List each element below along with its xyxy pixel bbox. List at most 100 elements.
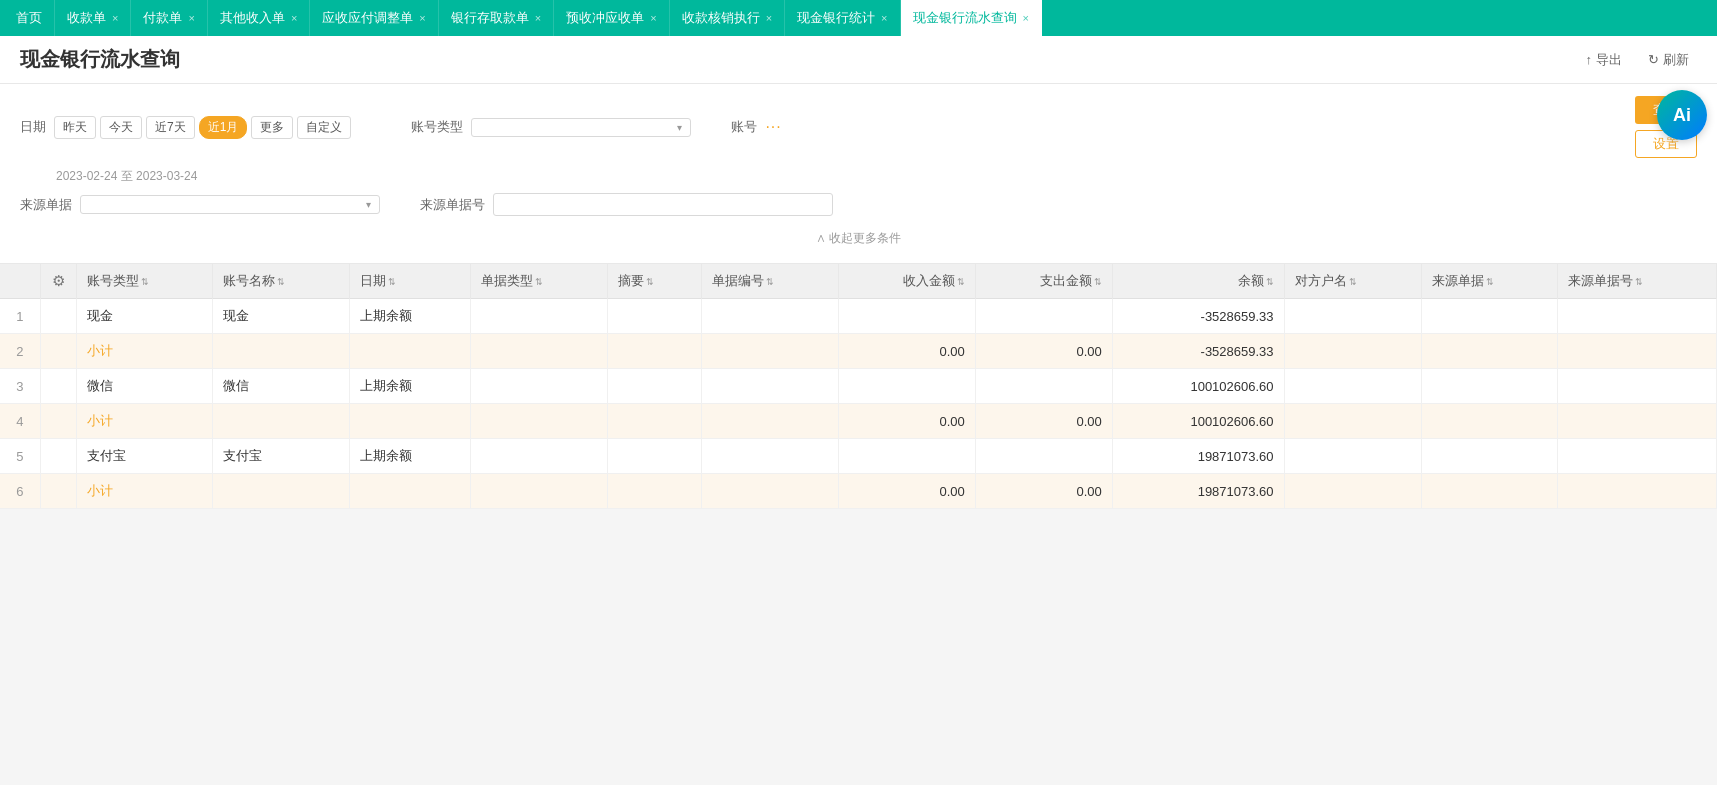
table-cell [1558, 369, 1717, 404]
col-expense[interactable]: 支出金额⇅ [975, 264, 1112, 299]
col-doc-num[interactable]: 单据编号⇅ [701, 264, 838, 299]
account-more-icon[interactable]: ··· [765, 118, 781, 136]
top-navigation: 首页 收款单 × 付款单 × 其他收入单 × 应收应付调整单 × 银行存取款单 … [0, 0, 1717, 36]
date-buttons: 昨天 今天 近7天 近1月 更多 自定义 [54, 116, 351, 139]
col-account-name[interactable]: 账号名称⇅ [213, 264, 350, 299]
table-cell: 微信 [76, 369, 213, 404]
sort-icon: ⇅ [535, 277, 543, 287]
table-cell [213, 334, 350, 369]
col-summary[interactable]: 摘要⇅ [607, 264, 701, 299]
refresh-button[interactable]: ↻ 刷新 [1640, 47, 1697, 73]
nav-collection[interactable]: 收款核销执行 × [670, 0, 785, 36]
table-cell: -3528659.33 [1112, 299, 1284, 334]
table-cell [838, 369, 975, 404]
table-row: 6小计0.000.0019871073.60 [0, 474, 1717, 509]
source-doc-num-input[interactable] [493, 193, 833, 216]
table-cell [40, 334, 76, 369]
table-cell: 19871073.60 [1112, 439, 1284, 474]
table-cell [838, 439, 975, 474]
account-type-select[interactable]: ▾ [471, 118, 691, 137]
table-cell [470, 299, 607, 334]
nav-payment[interactable]: 付款单 × [131, 0, 207, 36]
close-icon[interactable]: × [291, 12, 297, 24]
table-cell [1558, 474, 1717, 509]
table-header-row: ⚙ 账号类型⇅ 账号名称⇅ 日期⇅ 单据类型⇅ 摘要⇅ 单据编号 [0, 264, 1717, 299]
table-cell [350, 474, 470, 509]
col-source-doc-num[interactable]: 来源单据号⇅ [1558, 264, 1717, 299]
date-btn-more[interactable]: 更多 [251, 116, 293, 139]
export-button[interactable]: ↑ 导出 [1578, 47, 1631, 73]
export-icon: ↑ [1586, 52, 1593, 67]
close-icon[interactable]: × [535, 12, 541, 24]
table-cell: 0.00 [838, 474, 975, 509]
filter-row-2: 来源单据 ▾ 来源单据号 [20, 193, 1697, 216]
table-cell [1284, 474, 1421, 509]
table-cell [350, 404, 470, 439]
nav-receipt[interactable]: 收款单 × [55, 0, 131, 36]
close-icon[interactable]: × [112, 12, 118, 24]
date-filter-group: 日期 昨天 今天 近7天 近1月 更多 自定义 [20, 116, 351, 139]
table-cell: 现金 [213, 299, 350, 334]
nav-other-income[interactable]: 其他收入单 × [208, 0, 310, 36]
col-balance[interactable]: 余额⇅ [1112, 264, 1284, 299]
table-cell: 0.00 [975, 334, 1112, 369]
date-btn-today[interactable]: 今天 [100, 116, 142, 139]
nav-prepay[interactable]: 预收冲应收单 × [554, 0, 669, 36]
table-cell [40, 299, 76, 334]
date-btn-custom[interactable]: 自定义 [297, 116, 351, 139]
table-cell: 上期余额 [350, 369, 470, 404]
col-date[interactable]: 日期⇅ [350, 264, 470, 299]
col-income[interactable]: 收入金额⇅ [838, 264, 975, 299]
col-counterpart[interactable]: 对方户名⇅ [1284, 264, 1421, 299]
close-icon[interactable]: × [881, 12, 887, 24]
table-cell [40, 439, 76, 474]
close-icon[interactable]: × [419, 12, 425, 24]
nav-cashflow[interactable]: 现金银行流水查询 × [901, 0, 1042, 36]
table-cell: 2 [0, 334, 40, 369]
collapse-bar[interactable]: ∧ 收起更多条件 [20, 226, 1697, 251]
table-cell [1421, 369, 1558, 404]
table-cell [607, 439, 701, 474]
table-cell [838, 299, 975, 334]
table-cell: 微信 [213, 369, 350, 404]
nav-bank-deposit[interactable]: 银行存取款单 × [439, 0, 554, 36]
table-cell [1558, 439, 1717, 474]
table-cell [701, 439, 838, 474]
account-filter-group: 账号 ··· [731, 118, 781, 136]
table-cell: 0.00 [975, 404, 1112, 439]
table-cell [1558, 299, 1717, 334]
close-icon[interactable]: × [1023, 12, 1029, 24]
table-cell [1284, 404, 1421, 439]
col-account-type[interactable]: 账号类型⇅ [76, 264, 213, 299]
col-source-doc[interactable]: 来源单据⇅ [1421, 264, 1558, 299]
col-gear[interactable]: ⚙ [40, 264, 76, 299]
sort-icon: ⇅ [1635, 277, 1643, 287]
date-btn-7days[interactable]: 近7天 [146, 116, 195, 139]
table-container: ⚙ 账号类型⇅ 账号名称⇅ 日期⇅ 单据类型⇅ 摘要⇅ 单据编号 [0, 264, 1717, 509]
ai-assistant-button[interactable]: Ai [1657, 90, 1707, 140]
sort-icon: ⇅ [141, 277, 149, 287]
table-cell: 小计 [76, 404, 213, 439]
close-icon[interactable]: × [766, 12, 772, 24]
table-row: 1现金现金上期余额-3528659.33 [0, 299, 1717, 334]
table-cell [701, 369, 838, 404]
nav-home[interactable]: 首页 [4, 0, 55, 36]
filter-row-1: 日期 昨天 今天 近7天 近1月 更多 自定义 账号类型 ▾ 账号 ··· [20, 96, 1697, 158]
date-btn-yesterday[interactable]: 昨天 [54, 116, 96, 139]
header-actions: ↑ 导出 ↻ 刷新 [1578, 47, 1698, 73]
table-cell [470, 404, 607, 439]
close-icon[interactable]: × [188, 12, 194, 24]
source-doc-num-label: 来源单据号 [420, 196, 485, 214]
table-cell [1558, 334, 1717, 369]
date-btn-1month[interactable]: 近1月 [199, 116, 248, 139]
col-doc-type[interactable]: 单据类型⇅ [470, 264, 607, 299]
source-doc-label: 来源单据 [20, 196, 72, 214]
nav-adjust[interactable]: 应收应付调整单 × [310, 0, 438, 36]
table-cell: 支付宝 [213, 439, 350, 474]
table-row: 4小计0.000.00100102606.60 [0, 404, 1717, 439]
table-cell [1558, 404, 1717, 439]
table-cell [470, 334, 607, 369]
source-doc-select[interactable]: ▾ [80, 195, 380, 214]
close-icon[interactable]: × [650, 12, 656, 24]
nav-stats[interactable]: 现金银行统计 × [785, 0, 900, 36]
